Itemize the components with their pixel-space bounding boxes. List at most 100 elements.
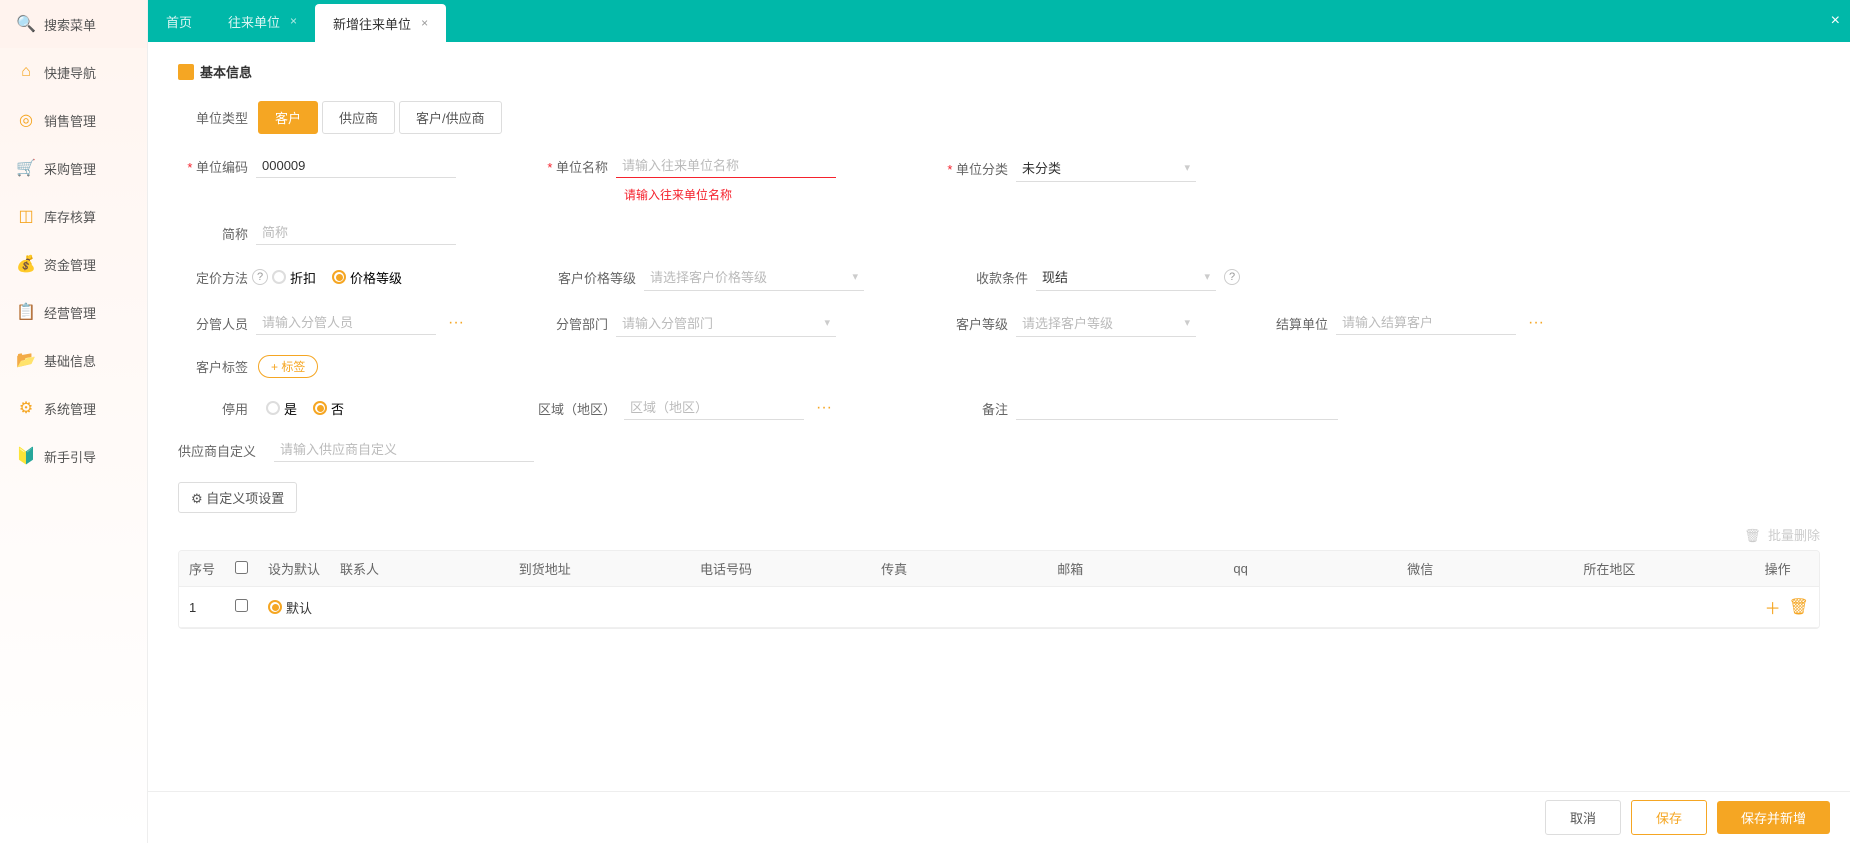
unit-name-input[interactable] (616, 154, 836, 178)
chevron-down-icon: ▾ (1184, 316, 1190, 329)
customer-level-select[interactable]: 请选择客户等级 ▾ (1016, 309, 1196, 337)
phone-input[interactable] (700, 596, 861, 619)
sales-icon: ◎ (16, 110, 36, 130)
th-checkbox[interactable] (225, 551, 258, 587)
sidebar-item-base[interactable]: 📂 基础信息 (0, 336, 147, 384)
manager-input[interactable] (256, 311, 436, 335)
chevron-down-icon: ▾ (824, 316, 830, 329)
close-all-tabs[interactable]: × (1831, 12, 1840, 30)
unit-category-select[interactable]: 未分类 ▾ (1016, 154, 1196, 182)
cell-email[interactable] (1047, 587, 1223, 628)
radio-price-level[interactable]: 价格等级 (332, 268, 402, 287)
remark-label: 备注 (938, 399, 1008, 418)
delete-row-btn[interactable]: 🗑 (1789, 597, 1809, 617)
field-unit-category: 单位分类 未分类 ▾ (938, 154, 1238, 182)
cell-wechat[interactable] (1397, 587, 1573, 628)
unit-code-input[interactable] (256, 154, 456, 178)
batch-delete-icon: 🗑 (1744, 528, 1761, 543)
sidebar-item-quick-nav[interactable]: ⌂ 快捷导航 (0, 48, 147, 96)
email-input[interactable] (1057, 596, 1213, 619)
radio-discount[interactable]: 折扣 (272, 268, 316, 287)
home-icon: ⌂ (16, 62, 36, 82)
fax-input[interactable] (881, 596, 1037, 619)
th-seq: 序号 (179, 551, 225, 587)
row-supplier-custom: 供应商自定义 (178, 438, 1820, 462)
region-more-btn[interactable]: ··· (812, 399, 836, 417)
tab-home[interactable]: 首页 (148, 0, 210, 42)
batch-delete-area: 🗑 批量删除 (178, 525, 1820, 544)
cell-address[interactable] (509, 587, 690, 628)
btn-supplier[interactable]: 供应商 (322, 101, 395, 134)
sidebar-item-label: 采购管理 (44, 159, 96, 178)
short-name-input[interactable] (256, 221, 456, 245)
add-row-btn[interactable]: ＋ (1765, 595, 1781, 619)
sidebar-item-label: 系统管理 (44, 399, 96, 418)
row-disabled: 停用 是 否 区域（地区） ··· 备注 (178, 396, 1820, 420)
custom-settings-btn[interactable]: ⚙ 自定义项设置 (178, 482, 297, 513)
cell-phone[interactable] (690, 587, 871, 628)
payment-help-icon[interactable]: ? (1224, 269, 1240, 285)
manager-more-btn[interactable]: ··· (444, 314, 468, 332)
disabled-radio-group: 是 否 (266, 399, 344, 418)
unit-code-label: 单位编码 (178, 157, 248, 176)
select-all-checkbox[interactable] (235, 561, 248, 574)
tab-new-partner[interactable]: 新增往来单位 × (315, 4, 446, 42)
wechat-input[interactable] (1407, 596, 1563, 619)
sidebar-item-operations[interactable]: 📋 经营管理 (0, 288, 147, 336)
remark-input[interactable] (1016, 396, 1338, 420)
sidebar-item-label: 经营管理 (44, 303, 96, 322)
cell-fax[interactable] (871, 587, 1047, 628)
qq-input[interactable] (1233, 596, 1387, 619)
pricing-help-icon[interactable]: ? (252, 269, 268, 285)
address-input[interactable] (519, 596, 680, 619)
sidebar-item-search[interactable]: 🔍 搜索菜单 (0, 0, 147, 48)
sidebar-item-label: 销售管理 (44, 111, 96, 130)
th-action: 操作 (1755, 551, 1819, 587)
cancel-button[interactable]: 取消 (1545, 800, 1621, 835)
sidebar-item-finance[interactable]: 💰 资金管理 (0, 240, 147, 288)
disabled-label: 停用 (178, 399, 248, 418)
btn-customer[interactable]: 客户 (258, 101, 318, 134)
radio-no[interactable]: 否 (313, 399, 344, 418)
btn-both[interactable]: 客户/供应商 (399, 101, 502, 134)
radio-yes[interactable]: 是 (266, 399, 297, 418)
sidebar-item-purchase[interactable]: 🛒 采购管理 (0, 144, 147, 192)
row-checkbox[interactable] (235, 599, 248, 612)
operations-icon: 📋 (16, 302, 36, 322)
batch-delete-label[interactable]: 批量删除 (1768, 528, 1820, 543)
customer-price-level-select[interactable]: 请选择客户价格等级 ▾ (644, 263, 864, 291)
tab-bar: 首页 往来单位 × 新增往来单位 × × (148, 0, 1850, 42)
settlement-unit-label: 结算单位 (1258, 314, 1328, 333)
sidebar-item-label: 资金管理 (44, 255, 96, 274)
custom-settings-area: ⚙ 自定义项设置 (178, 482, 1820, 513)
tab-partners[interactable]: 往来单位 × (210, 0, 315, 42)
chevron-down-icon: ▾ (852, 270, 858, 283)
department-select[interactable]: 请输入分管部门 ▾ (616, 309, 836, 337)
field-disabled: 停用 是 否 (178, 399, 518, 418)
save-new-button[interactable]: 保存并新增 (1717, 801, 1830, 834)
settlement-unit-input[interactable] (1336, 311, 1516, 335)
add-tag-btn[interactable]: + 标签 (258, 355, 318, 378)
contact-input[interactable] (340, 596, 499, 619)
th-region: 所在地区 (1573, 551, 1754, 587)
cell-contact[interactable] (330, 587, 509, 628)
region-input-cell[interactable] (1583, 596, 1744, 619)
radio-default[interactable]: 默认 (268, 598, 320, 617)
sidebar-item-system[interactable]: ⚙ 系统管理 (0, 384, 147, 432)
tab-close-partners[interactable]: × (290, 14, 297, 28)
base-icon: 📂 (16, 350, 36, 370)
sidebar-item-inventory[interactable]: ◫ 库存核算 (0, 192, 147, 240)
payment-terms-select[interactable]: 现结 ▾ (1036, 263, 1216, 291)
save-button[interactable]: 保存 (1631, 800, 1707, 835)
bottom-bar: 取消 保存 保存并新增 (148, 791, 1850, 843)
sidebar-item-guide[interactable]: 🔰 新手引导 (0, 432, 147, 480)
tab-close-new-partner[interactable]: × (421, 16, 428, 30)
supplier-custom-input[interactable] (274, 438, 534, 462)
settlement-more-btn[interactable]: ··· (1524, 314, 1548, 332)
sidebar-item-label: 新手引导 (44, 447, 96, 466)
sidebar-item-sales[interactable]: ◎ 销售管理 (0, 96, 147, 144)
cell-region[interactable] (1573, 587, 1754, 628)
cell-qq[interactable] (1223, 587, 1397, 628)
region-input[interactable] (624, 396, 804, 420)
cell-checkbox[interactable] (225, 587, 258, 628)
